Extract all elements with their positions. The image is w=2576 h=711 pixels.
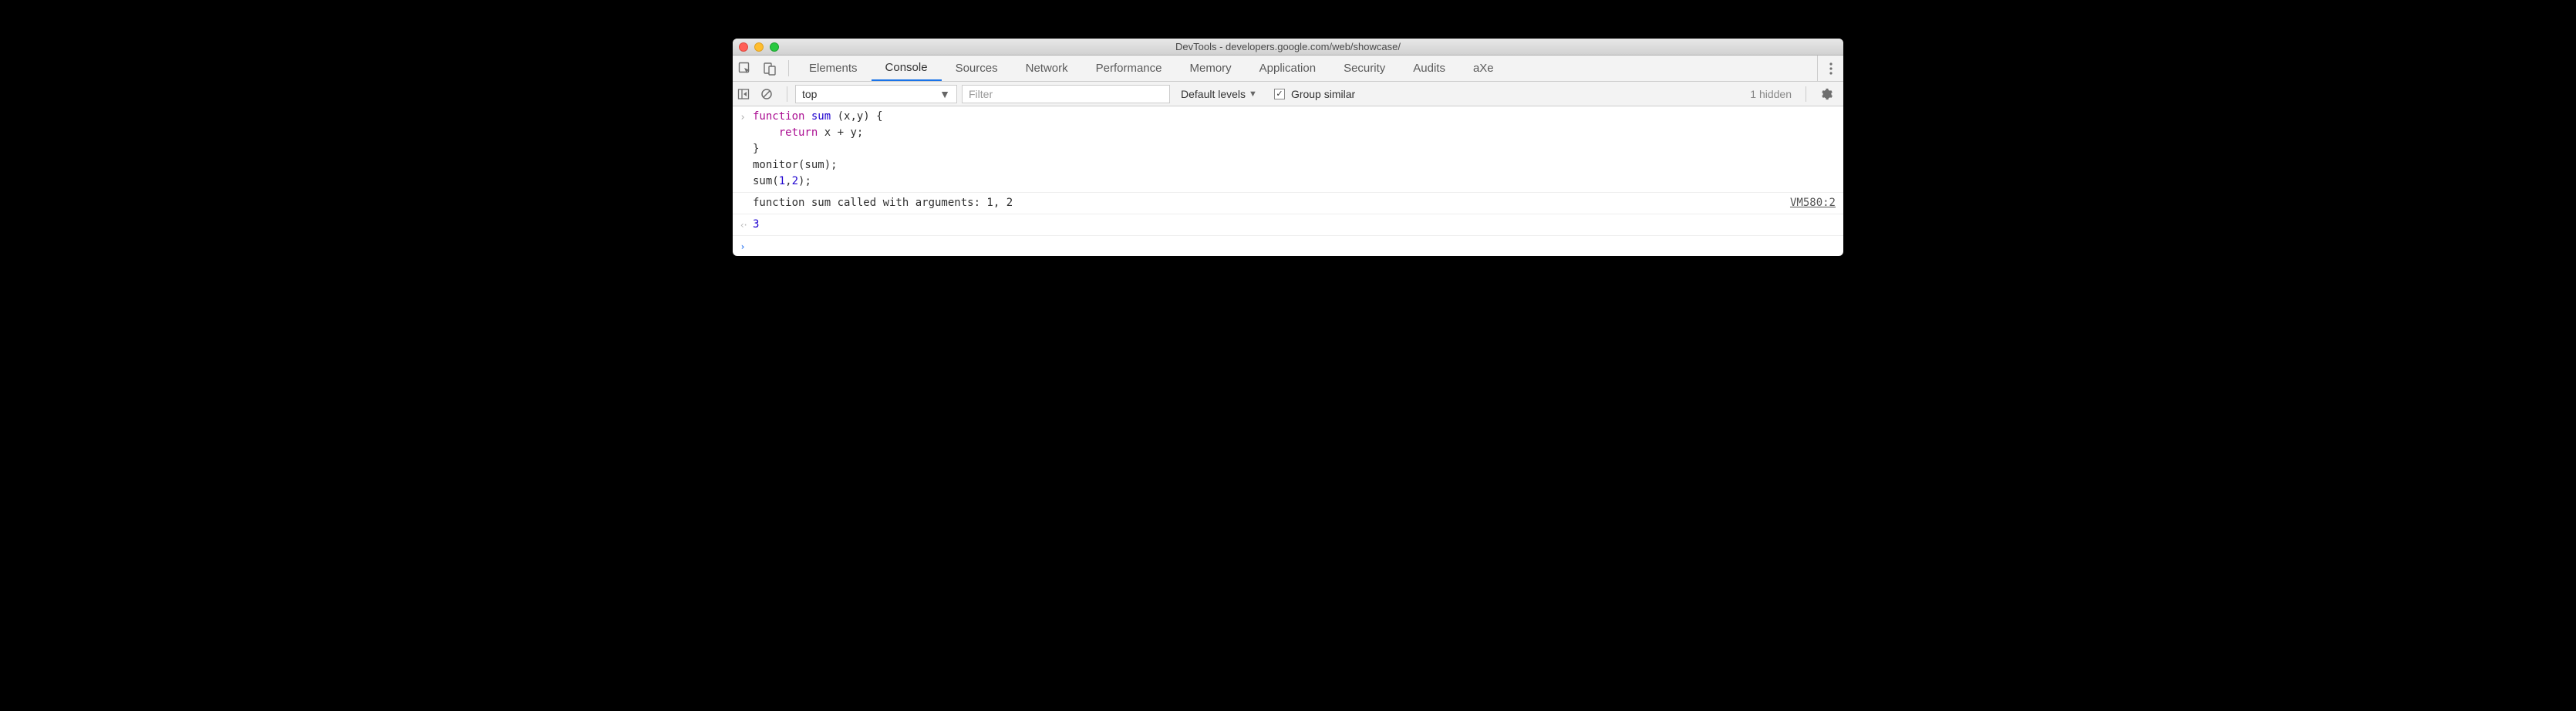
tab-memory[interactable]: Memory [1176,56,1246,81]
code-block: function sum (x,y) { return x + y; } mon… [753,109,1843,190]
minimize-window-button[interactable] [754,42,764,52]
panel-tabs: Elements Console Sources Network Perform… [795,56,1508,81]
console-prompt-row[interactable] [733,236,1843,256]
execution-context-select[interactable]: top ▼ [795,85,957,103]
separator [788,60,789,76]
console-output: function sum (x,y) { return x + y; } mon… [733,106,1843,256]
levels-label: Default levels [1181,88,1246,100]
titlebar: DevTools - developers.google.com/web/sho… [733,39,1843,56]
result-value: 3 [753,217,1843,233]
more-options-icon[interactable] [1817,56,1843,81]
window-title: DevTools - developers.google.com/web/sho… [733,41,1843,52]
tab-performance[interactable]: Performance [1082,56,1176,81]
inspect-element-icon[interactable] [733,56,757,81]
group-similar-checkbox[interactable]: ✓ Group similar [1268,88,1361,100]
close-window-button[interactable] [739,42,748,52]
prompt-input[interactable] [753,238,1843,254]
tab-elements[interactable]: Elements [795,56,872,81]
output-marker-icon [733,217,753,233]
tab-network[interactable]: Network [1012,56,1082,81]
log-message: function sum called with arguments: 1, 2 [753,195,1790,211]
devtools-window: DevTools - developers.google.com/web/sho… [733,39,1843,256]
group-similar-label: Group similar [1291,88,1355,100]
chevron-down-icon: ▼ [1249,89,1257,99]
input-marker-icon [733,109,753,190]
source-link[interactable]: VM580:2 [1790,195,1843,211]
clear-console-icon[interactable] [760,88,779,100]
hidden-messages-count[interactable]: 1 hidden [1750,88,1798,100]
window-controls [739,42,779,52]
filter-input[interactable] [962,85,1170,103]
tab-security[interactable]: Security [1330,56,1399,81]
console-input-echo: function sum (x,y) { return x + y; } mon… [733,106,1843,193]
console-log-row: function sum called with arguments: 1, 2… [733,193,1843,214]
console-settings-icon[interactable] [1814,82,1839,106]
show-sidebar-icon[interactable] [737,88,756,100]
prompt-marker-icon [733,238,753,254]
tab-axe[interactable]: aXe [1459,56,1508,81]
tab-sources[interactable]: Sources [942,56,1012,81]
log-marker [733,195,753,211]
console-toolbar: top ▼ Default levels ▼ ✓ Group similar 1… [733,82,1843,106]
tab-console[interactable]: Console [872,56,942,81]
log-levels-select[interactable]: Default levels ▼ [1175,88,1263,100]
context-value: top [802,88,817,100]
checkbox-icon: ✓ [1274,89,1285,99]
tab-audits[interactable]: Audits [1399,56,1459,81]
zoom-window-button[interactable] [770,42,779,52]
tab-application[interactable]: Application [1246,56,1330,81]
console-result-row: 3 [733,214,1843,236]
chevron-down-icon: ▼ [939,88,950,100]
main-tabbar: Elements Console Sources Network Perform… [733,56,1843,82]
device-toolbar-icon[interactable] [757,56,782,81]
